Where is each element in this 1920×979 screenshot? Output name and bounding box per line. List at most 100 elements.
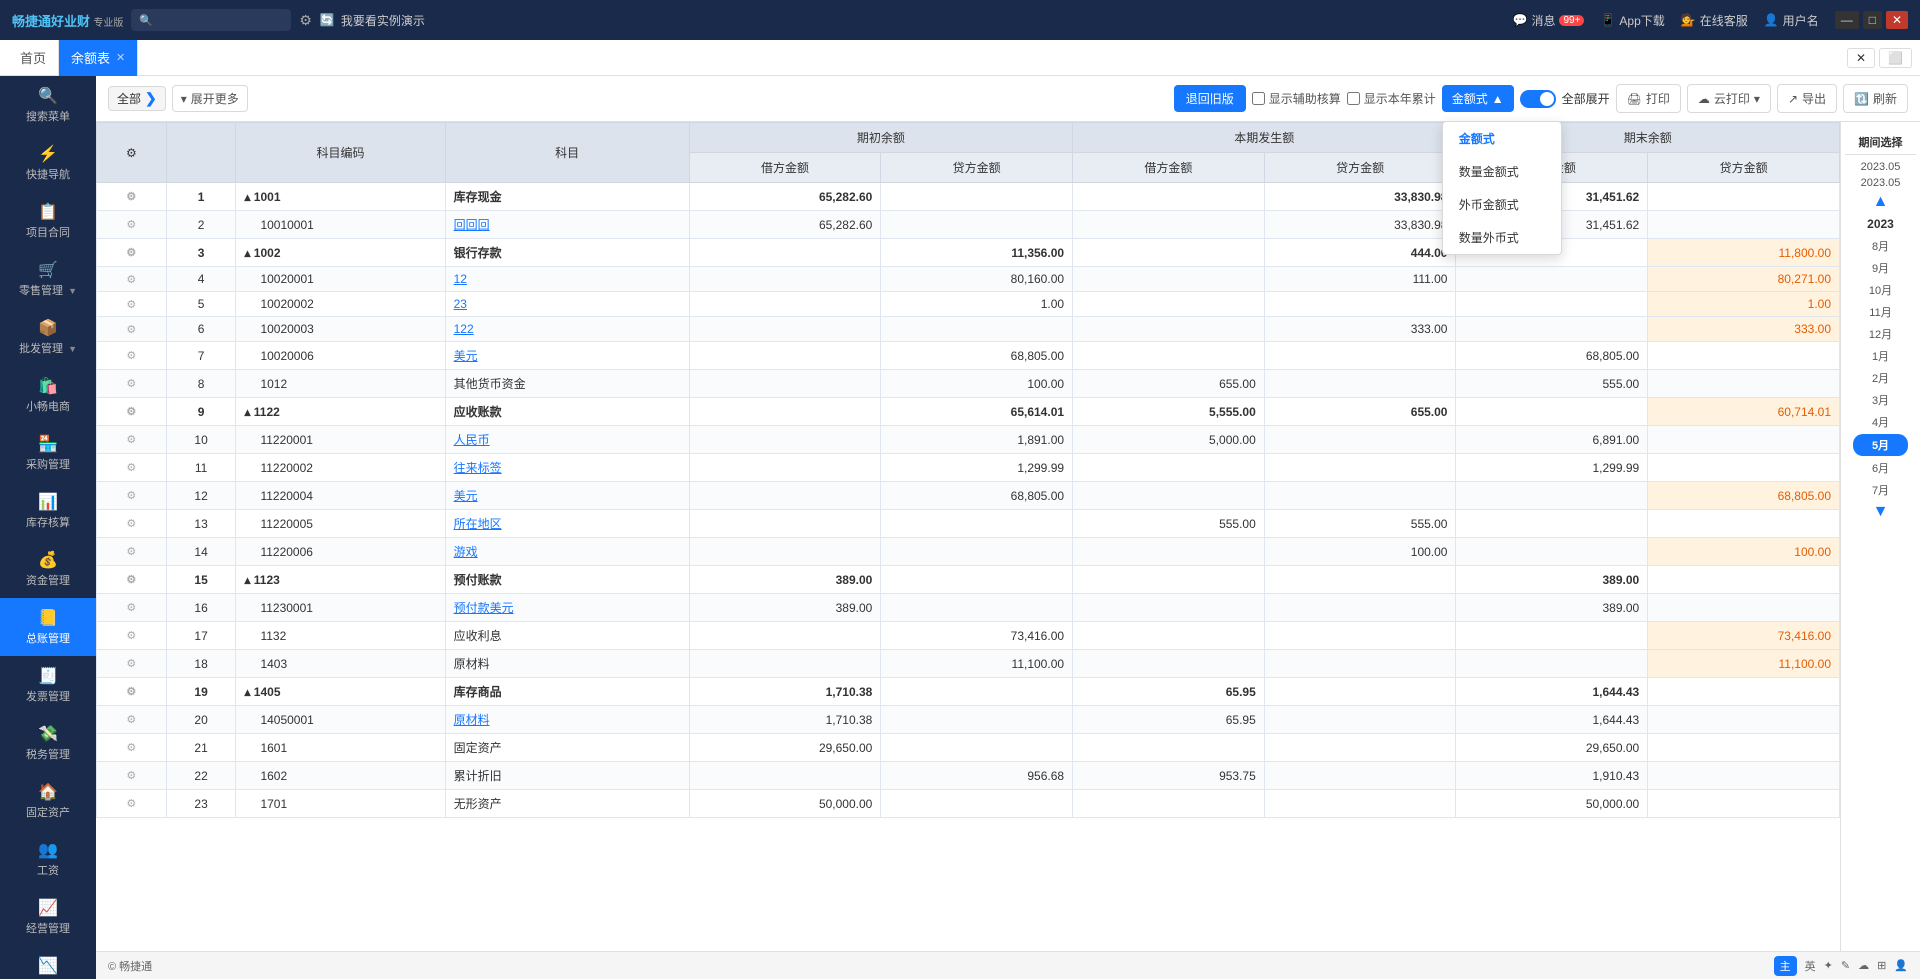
export-btn[interactable]: ↗ 导出 xyxy=(1777,84,1837,113)
row-name[interactable]: 人民币 xyxy=(445,426,689,454)
refresh-btn[interactable]: 🔃 刷新 xyxy=(1843,84,1908,113)
row-settings[interactable]: ⚙ xyxy=(97,398,167,426)
month-item-4月[interactable]: 4月 xyxy=(1845,411,1916,433)
status-icon-4[interactable]: ⊞ xyxy=(1877,959,1886,972)
row-settings[interactable]: ⚙ xyxy=(97,762,167,790)
month-item-11月[interactable]: 11月 xyxy=(1845,301,1916,323)
sidebar-item-expense[interactable]: 📉 小畅报销 xyxy=(0,946,96,979)
print-btn[interactable]: 🖨 打印 xyxy=(1616,84,1681,113)
sidebar-item-assets[interactable]: 🏠 固定资产 xyxy=(0,772,96,830)
sidebar-item-tax[interactable]: 💸 税务管理 xyxy=(0,714,96,772)
row-settings[interactable]: ⚙ xyxy=(97,292,167,317)
tab-balance[interactable]: 余额表 ✕ xyxy=(59,40,138,76)
row-settings[interactable]: ⚙ xyxy=(97,594,167,622)
row-settings[interactable]: ⚙ xyxy=(97,426,167,454)
sidebar-item-retail[interactable]: 🛒 零售管理 ▼ xyxy=(0,250,96,308)
sidebar-item-inventory[interactable]: 📊 库存核算 xyxy=(0,482,96,540)
status-btn-main[interactable]: 主 xyxy=(1774,956,1797,976)
row-name[interactable]: 预付款美元 xyxy=(445,594,689,622)
tab-expand[interactable]: ⬜ xyxy=(1879,48,1912,68)
row-name[interactable]: 游戏 xyxy=(445,538,689,566)
dropdown-item-qty-fx[interactable]: 数量外币式 xyxy=(1443,221,1561,254)
sidebar-item-ops[interactable]: 📈 经营管理 xyxy=(0,888,96,946)
sidebar-item-quicknav[interactable]: ⚡ 快捷导航 xyxy=(0,134,96,192)
download-btn[interactable]: 📱 App下载 xyxy=(1600,12,1664,29)
row-settings[interactable]: ⚙ xyxy=(97,650,167,678)
row-name[interactable]: 23 xyxy=(445,292,689,317)
dropdown-item-amount[interactable]: 金额式 xyxy=(1443,122,1561,155)
cloud-print-btn[interactable]: ☁ 云打印 ▾ xyxy=(1687,84,1771,113)
month-item-5月[interactable]: 5月 xyxy=(1853,434,1908,456)
year-accum-label[interactable]: 显示本年累计 xyxy=(1347,90,1436,107)
row-settings[interactable]: ⚙ xyxy=(97,706,167,734)
tab-home[interactable]: 首页 xyxy=(8,40,59,76)
dropdown-item-qty-amount[interactable]: 数量金额式 xyxy=(1443,155,1561,188)
row-settings[interactable]: ⚙ xyxy=(97,538,167,566)
row-name[interactable]: 回回回 xyxy=(445,211,689,239)
status-icon-3[interactable]: ☁ xyxy=(1858,959,1869,972)
month-item-1月[interactable]: 1月 xyxy=(1845,345,1916,367)
row-name[interactable]: 12 xyxy=(445,267,689,292)
row-settings[interactable]: ⚙ xyxy=(97,211,167,239)
minimize-btn[interactable]: — xyxy=(1835,11,1859,29)
dropdown-item-fx-amount[interactable]: 外币金额式 xyxy=(1443,188,1561,221)
expand-more-btn[interactable]: ▾ 展开更多 xyxy=(172,85,248,112)
row-settings[interactable]: ⚙ xyxy=(97,239,167,267)
row-settings[interactable]: ⚙ xyxy=(97,317,167,342)
close-btn[interactable]: ✕ xyxy=(1886,11,1908,29)
row-settings[interactable]: ⚙ xyxy=(97,454,167,482)
maximize-btn[interactable]: □ xyxy=(1863,11,1882,29)
aux-check-input[interactable] xyxy=(1252,92,1265,105)
amount-mode-btn[interactable]: 金额式 ▲ xyxy=(1442,85,1514,112)
month-item-9月[interactable]: 9月 xyxy=(1845,257,1916,279)
month-item-3月[interactable]: 3月 xyxy=(1845,389,1916,411)
row-settings[interactable]: ⚙ xyxy=(97,622,167,650)
expand-all-toggle[interactable]: 全部展开 xyxy=(1520,90,1610,108)
search-bar[interactable]: 🔍 xyxy=(131,9,291,31)
month-item-7月[interactable]: 7月 xyxy=(1845,479,1916,501)
month-item-6月[interactable]: 6月 xyxy=(1845,457,1916,479)
tab-minimize[interactable]: ✕ xyxy=(1847,48,1875,68)
row-settings[interactable]: ⚙ xyxy=(97,510,167,538)
status-icon-1[interactable]: ✦ xyxy=(1824,959,1833,972)
row-settings[interactable]: ⚙ xyxy=(97,734,167,762)
period-nav-up[interactable]: ▲ xyxy=(1845,191,1916,213)
sidebar-item-invoice[interactable]: 🧾 发票管理 xyxy=(0,656,96,714)
row-settings[interactable]: ⚙ xyxy=(97,342,167,370)
sidebar-item-payroll[interactable]: 👥 工资 xyxy=(0,830,96,888)
user-avatar[interactable]: 👤 用户名 xyxy=(1764,12,1819,29)
row-name[interactable]: 美元 xyxy=(445,342,689,370)
row-settings[interactable]: ⚙ xyxy=(97,482,167,510)
status-lang[interactable]: 英 xyxy=(1805,958,1816,974)
period-nav-down[interactable]: ▼ xyxy=(1845,501,1916,523)
row-settings[interactable]: ⚙ xyxy=(97,183,167,211)
row-settings[interactable]: ⚙ xyxy=(97,566,167,594)
sidebar-item-ecommerce[interactable]: 🛍️ 小畅电商 xyxy=(0,366,96,424)
month-item-2月[interactable]: 2月 xyxy=(1845,367,1916,389)
row-settings[interactable]: ⚙ xyxy=(97,267,167,292)
row-settings[interactable]: ⚙ xyxy=(97,790,167,818)
service-btn[interactable]: 💁 在线客服 xyxy=(1681,12,1748,29)
row-settings[interactable]: ⚙ xyxy=(97,678,167,706)
row-name[interactable]: 往来标签 xyxy=(445,454,689,482)
status-icon-2[interactable]: ✎ xyxy=(1841,959,1850,972)
month-item-10月[interactable]: 10月 xyxy=(1845,279,1916,301)
message-btn[interactable]: 💬 消息 99+ xyxy=(1513,12,1585,29)
year-accum-input[interactable] xyxy=(1347,92,1360,105)
status-icon-5[interactable]: 👤 xyxy=(1894,959,1908,972)
sidebar-item-ledger[interactable]: 📒 总账管理 xyxy=(0,598,96,656)
filter-path-arrow[interactable]: ❯ xyxy=(145,90,157,107)
month-item-12月[interactable]: 12月 xyxy=(1845,323,1916,345)
return-old-btn[interactable]: 退回旧版 xyxy=(1174,85,1246,112)
sidebar-item-search[interactable]: 🔍 搜索菜单 xyxy=(0,76,96,134)
sidebar-item-finance[interactable]: 💰 资金管理 xyxy=(0,540,96,598)
sidebar-item-wholesale[interactable]: 📦 批发管理 ▼ xyxy=(0,308,96,366)
month-item-8月[interactable]: 8月 xyxy=(1845,235,1916,257)
th-settings[interactable]: ⚙ xyxy=(97,123,167,183)
settings-top-icon[interactable]: ⚙ xyxy=(299,12,312,29)
row-settings[interactable]: ⚙ xyxy=(97,370,167,398)
aux-check-label[interactable]: 显示辅助核算 xyxy=(1252,90,1341,107)
row-name[interactable]: 原材料 xyxy=(445,706,689,734)
row-name[interactable]: 122 xyxy=(445,317,689,342)
tab-balance-close[interactable]: ✕ xyxy=(116,51,125,64)
